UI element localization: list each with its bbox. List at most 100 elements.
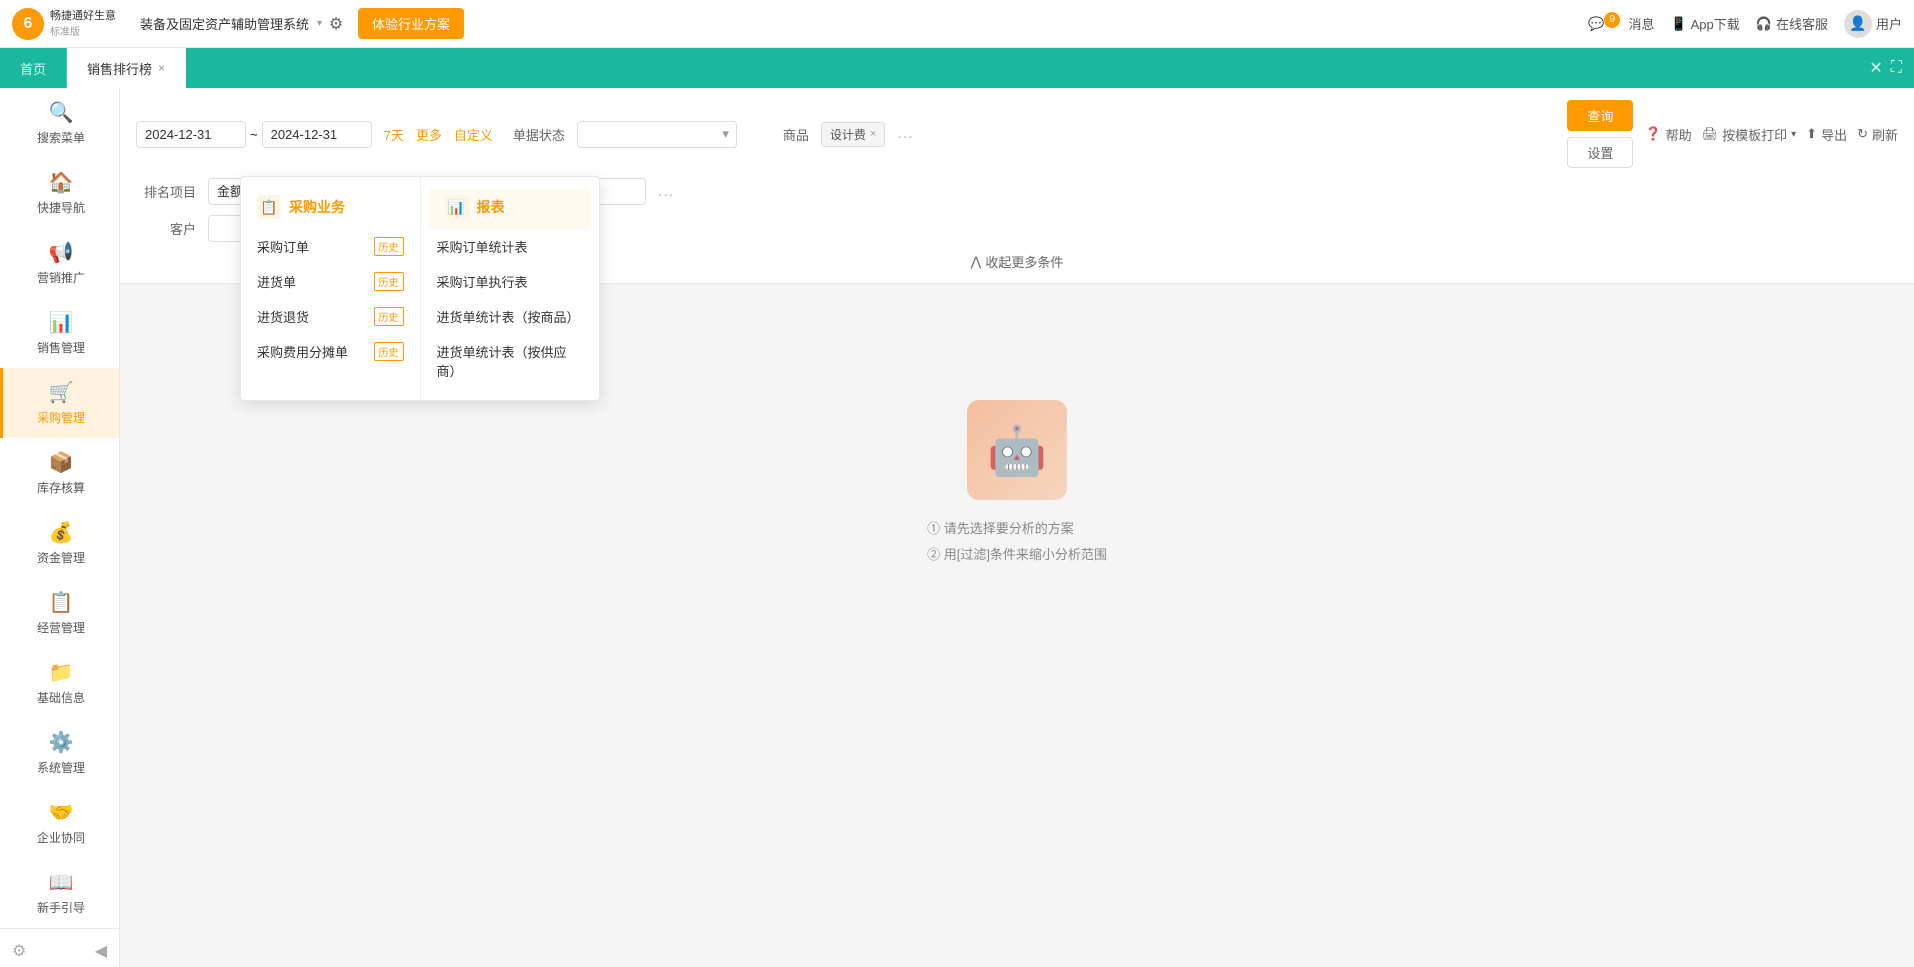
dropdown-item-purchase-expense[interactable]: 采购费用分摊单 历史 xyxy=(241,334,420,369)
sidebar-collapse-icon[interactable]: ◀ xyxy=(95,941,107,961)
sidebar-item-quick-nav[interactable]: 🏠 快捷导航 xyxy=(0,158,119,228)
sidebar-item-inventory[interactable]: 📦 库存核算 xyxy=(0,438,119,508)
sidebar-item-operation[interactable]: 📋 经营管理 xyxy=(0,578,119,648)
hint1-num: ① xyxy=(927,521,940,536)
message-button[interactable]: 💬 9 消息 xyxy=(1588,14,1654,33)
print-button[interactable]: 🖨 按模板打印 ▾ xyxy=(1702,125,1797,144)
sidebar-item-basic-label: 基础信息 xyxy=(37,689,85,706)
print-label: 按模板打印 xyxy=(1722,125,1787,144)
hint1-text: 请先选择要分析的方案 xyxy=(944,521,1074,536)
export-button[interactable]: ⬆ 导出 xyxy=(1806,125,1847,144)
sidebar-settings-icon[interactable]: ⚙ xyxy=(12,941,26,961)
empty-hint-2: ② 用[过滤]条件来缩小分析范围 xyxy=(927,542,1107,568)
dropdown-menu: 📋 采购业务 采购订单 历史 进货单 历史 进货退货 历史 采购费用分摊单 xyxy=(240,176,600,401)
sidebar-item-marketing-label: 营销推广 xyxy=(37,269,85,286)
app-download-button[interactable]: 📱 App下载 xyxy=(1670,14,1739,33)
goods-dots[interactable]: ... xyxy=(897,125,913,143)
tab-home[interactable]: 首页 xyxy=(0,48,67,88)
tab-sales-rank-label: 销售排行榜 xyxy=(87,59,152,78)
settings-button[interactable]: ⚙ xyxy=(322,10,350,38)
receipt-status-select[interactable] xyxy=(577,121,737,148)
purchase-order-history-badge: 历史 xyxy=(374,237,404,256)
user-avatar: 👤 xyxy=(1844,10,1872,38)
goods-chip: 设计费 × xyxy=(821,122,885,147)
hint2-text: 用[过滤]条件来缩小分析范围 xyxy=(944,547,1107,562)
sidebar-item-quick-nav-label: 快捷导航 xyxy=(37,199,85,216)
logo-line1: 畅捷通好生意 xyxy=(50,9,116,23)
tab-close-icon[interactable]: × xyxy=(158,61,165,75)
layout: 🔍 搜索菜单 🏠 快捷导航 📢 营销推广 📊 销售管理 🛒 采购管理 📦 库存核… xyxy=(0,88,1914,967)
dropdown-item-purchase-order[interactable]: 采购订单 历史 xyxy=(241,229,420,264)
sidebar-item-finance[interactable]: 💰 资金管理 xyxy=(0,508,119,578)
dropdown-report-header: 📊 报表 xyxy=(429,189,592,229)
inbound-stat-goods-label: 进货单统计表（按商品） xyxy=(437,307,580,326)
dropdown-item-inbound-stat-goods[interactable]: 进货单统计表（按商品） xyxy=(421,299,600,334)
tab-close-window-icon[interactable]: ✕ xyxy=(1869,58,1882,78)
marketing-icon: 📢 xyxy=(49,240,74,265)
online-service-label: 在线客服 xyxy=(1776,14,1828,33)
date-more-btn[interactable]: 更多 xyxy=(416,125,442,144)
sidebar-item-purchase-label: 采购管理 xyxy=(37,409,85,426)
receipt-status-label: 单据状态 xyxy=(505,125,565,144)
date-start-input[interactable] xyxy=(136,121,246,148)
tab-maximize-icon[interactable]: ⛶ xyxy=(1891,59,1902,77)
print-arrow: ▾ xyxy=(1791,129,1796,140)
message-icon: 💬 xyxy=(1588,16,1604,32)
empty-hints: ① 请先选择要分析的方案 ② 用[过滤]条件来缩小分析范围 xyxy=(927,516,1107,568)
sidebar-item-marketing[interactable]: 📢 营销推广 xyxy=(0,228,119,298)
purchase-order-exec-label: 采购订单执行表 xyxy=(437,272,528,291)
rank-label: 排名项目 xyxy=(136,182,196,201)
top-header: 6 畅捷通好生意 标准版 装备及固定资产辅助管理系统 ▾ ⚙ 体验行业方案 💬 … xyxy=(0,0,1914,48)
report-section-title: 报表 xyxy=(477,197,505,217)
dropdown-item-purchase-order-exec[interactable]: 采购订单执行表 xyxy=(421,264,600,299)
sidebar-item-newbie[interactable]: 📖 新手引导 xyxy=(0,858,119,928)
refresh-button[interactable]: ↻ 刷新 xyxy=(1857,125,1898,144)
date-days-btn[interactable]: 7天 xyxy=(384,125,404,144)
sidebar-item-purchase[interactable]: 🛒 采购管理 xyxy=(0,368,119,438)
date-range: ~ xyxy=(136,121,372,148)
dropdown-item-purchase-order-stat[interactable]: 采购订单统计表 xyxy=(421,229,600,264)
purchase-order-stat-label: 采购订单统计表 xyxy=(437,237,528,256)
inventory-icon: 📦 xyxy=(49,450,74,475)
sidebar-item-cooperation-label: 企业协同 xyxy=(37,829,85,846)
refresh-label: 刷新 xyxy=(1872,125,1898,144)
dropdown-purchase-header: 📋 采购业务 xyxy=(241,189,420,229)
dropdown-item-inbound[interactable]: 进货单 历史 xyxy=(241,264,420,299)
date-custom-btn[interactable]: 自定义 xyxy=(454,125,493,144)
goods-chip-remove[interactable]: × xyxy=(870,128,876,140)
query-button[interactable]: 查询 xyxy=(1567,100,1633,131)
help-label: 帮助 xyxy=(1666,125,1692,144)
sidebar-item-system[interactable]: ⚙️ 系统管理 xyxy=(0,718,119,788)
main-content: ~ 7天 更多 自定义 单据状态 商品 设计费 × xyxy=(120,88,1914,967)
dropdown-item-inbound-stat-supplier[interactable]: 进货单统计表（按供应商） xyxy=(421,334,600,388)
sidebar-item-search-menu[interactable]: 🔍 搜索菜单 xyxy=(0,88,119,158)
sidebar-item-operation-label: 经营管理 xyxy=(37,619,85,636)
cooperation-icon: 🤝 xyxy=(49,800,74,825)
user-label: 用户 xyxy=(1876,14,1902,33)
help-button[interactable]: ❓ 帮助 xyxy=(1645,125,1691,144)
collapse-button[interactable]: ⋀ 收起更多条件 xyxy=(971,252,1064,271)
system-icon: ⚙️ xyxy=(49,730,74,755)
receipt-status-select-wrap xyxy=(577,121,737,148)
date-end-input[interactable] xyxy=(262,121,372,148)
quick-nav-icon: 🏠 xyxy=(49,170,74,195)
collapse-label: 收起更多条件 xyxy=(985,252,1063,271)
sidebar-item-sales-label: 销售管理 xyxy=(37,339,85,356)
toolbar-actions: ❓ 帮助 🖨 按模板打印 ▾ ⬆ 导出 ↻ 刷新 xyxy=(1645,125,1898,144)
tab-sales-rank[interactable]: 销售排行榜 × xyxy=(67,48,186,88)
sidebar-item-inventory-label: 库存核算 xyxy=(37,479,85,496)
online-service-button[interactable]: 🎧 在线客服 xyxy=(1756,14,1828,33)
purchase-icon: 🛒 xyxy=(49,380,74,405)
industry-button[interactable]: 体验行业方案 xyxy=(358,8,464,39)
set-button[interactable]: 设置 xyxy=(1567,137,1633,168)
user-button[interactable]: 👤 用户 xyxy=(1844,10,1902,38)
salesman-dots[interactable]: ... xyxy=(658,183,674,201)
sidebar-item-cooperation[interactable]: 🤝 企业协同 xyxy=(0,788,119,858)
newbie-icon: 📖 xyxy=(49,870,74,895)
sidebar-item-basic[interactable]: 📁 基础信息 xyxy=(0,648,119,718)
search-menu-icon: 🔍 xyxy=(49,100,74,125)
dropdown-item-inbound-return[interactable]: 进货退货 历史 xyxy=(241,299,420,334)
sidebar-item-sales[interactable]: 📊 销售管理 xyxy=(0,298,119,368)
goods-label: 商品 xyxy=(749,125,809,144)
date-separator: ~ xyxy=(250,127,258,142)
